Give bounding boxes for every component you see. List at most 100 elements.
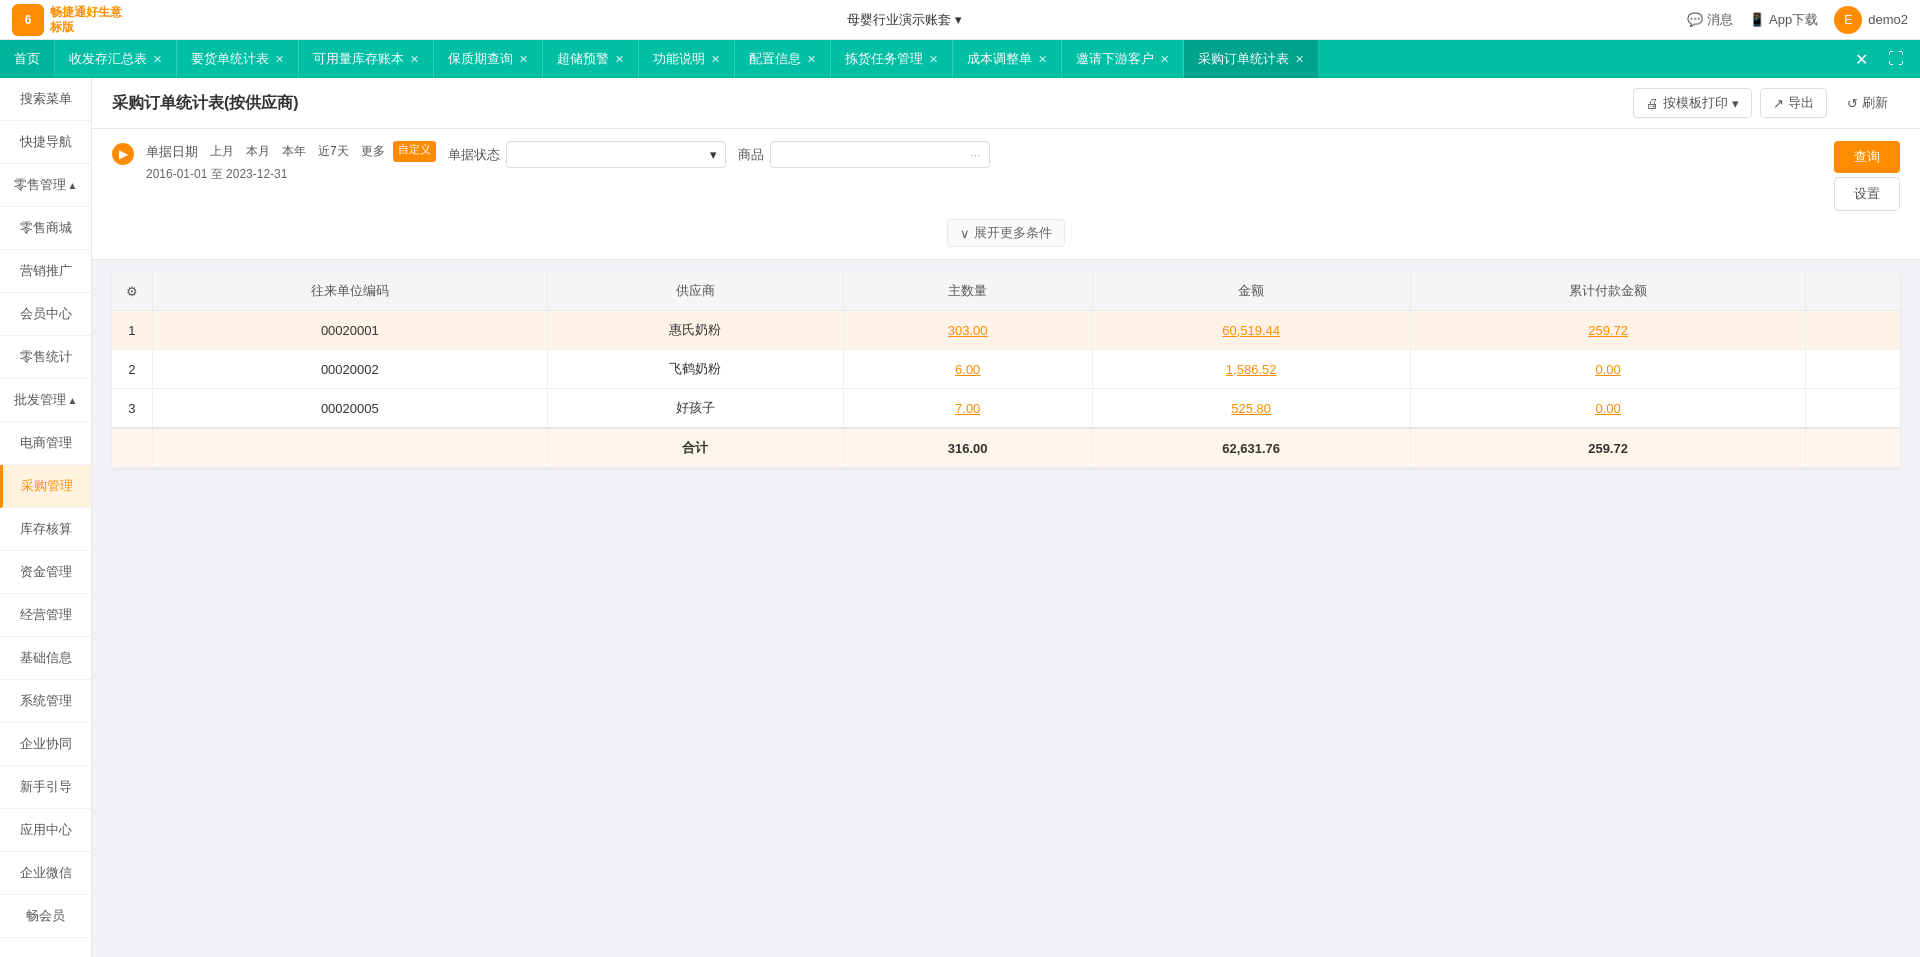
top-bar-center[interactable]: 母婴行业演示账套 ▾ — [847, 11, 962, 29]
nav-item-cost-adjust[interactable]: 成本调整单 ✕ — [953, 40, 1062, 78]
refresh-button[interactable]: ↺ 刷新 — [1835, 89, 1900, 117]
close-icon[interactable]: ✕ — [519, 53, 528, 66]
table-row: 3 00020005 好孩子 7.00 525.80 0.00 — [112, 389, 1900, 429]
page-title: 采购订单统计表(按供应商) — [112, 93, 299, 114]
sidebar-item-finance[interactable]: 资金管理 — [0, 551, 91, 594]
nav-item-order-stats[interactable]: 要货单统计表 ✕ — [177, 40, 299, 78]
table-header-row: ⚙ 往来单位编码 供应商 主数量 金额 累计付款金额 — [112, 272, 1900, 311]
filter-toggle-button[interactable]: ▶ — [112, 143, 134, 165]
nav-item-purchase-stats[interactable]: 采购订单统计表 ✕ — [1184, 40, 1319, 78]
row-extra — [1806, 350, 1900, 389]
nav-item-function[interactable]: 功能说明 ✕ — [639, 40, 735, 78]
nav-item-invite[interactable]: 邀请下游客户 ✕ — [1062, 40, 1184, 78]
row-paid[interactable]: 259.72 — [1410, 311, 1806, 350]
sidebar-item-retail-mall[interactable]: 零售商城 — [0, 207, 91, 250]
th-settings[interactable]: ⚙ — [112, 272, 152, 311]
close-icon[interactable]: ✕ — [1038, 53, 1047, 66]
export-icon: ↗ — [1773, 96, 1784, 111]
message-button[interactable]: 💬 消息 — [1687, 11, 1733, 29]
settings-button[interactable]: 设置 — [1834, 177, 1900, 211]
close-icon[interactable]: ✕ — [929, 53, 938, 66]
row-amount[interactable]: 60,519.44 — [1092, 311, 1410, 350]
row-number: 3 — [112, 389, 152, 429]
logo-icon: 6 — [12, 4, 44, 36]
row-qty[interactable]: 303.00 — [843, 311, 1092, 350]
last-7days-shortcut[interactable]: 近7天 — [314, 141, 353, 162]
close-icon[interactable]: ✕ — [711, 53, 720, 66]
goods-filter-group: 商品 ··· — [738, 141, 990, 168]
row-qty[interactable]: 6.00 — [843, 350, 1092, 389]
print-button[interactable]: 🖨 按模板打印 ▾ — [1633, 88, 1752, 118]
sidebar-item-retail-stats[interactable]: 零售统计 — [0, 336, 91, 379]
sidebar: 搜索菜单 快捷导航 零售管理 ▲ 零售商城 营销推广 会员中心 零售统计 批发管… — [0, 78, 92, 957]
sidebar-item-wholesale[interactable]: 批发管理 ▲ — [0, 379, 91, 422]
row-extra — [1806, 311, 1900, 350]
nav-item-config[interactable]: 配置信息 ✕ — [735, 40, 831, 78]
sidebar-item-marketing[interactable]: 营销推广 — [0, 250, 91, 293]
nav-item-pick-task[interactable]: 拣货任务管理 ✕ — [831, 40, 953, 78]
nav-bar: 首页 收发存汇总表 ✕ 要货单统计表 ✕ 可用量库存账本 ✕ 保质期查询 ✕ 超… — [0, 40, 1920, 78]
filter-top-row: ▶ 单据日期 上月 本月 本年 近7天 更多 自定义 — [112, 141, 1900, 211]
close-icon[interactable]: ✕ — [807, 53, 816, 66]
row-code: 00020005 — [152, 389, 548, 429]
this-year-shortcut[interactable]: 本年 — [278, 141, 310, 162]
more-shortcut[interactable]: 更多 — [357, 141, 389, 162]
sidebar-item-newbie[interactable]: 新手引导 — [0, 766, 91, 809]
query-button[interactable]: 查询 — [1834, 141, 1900, 173]
nav-maximize-button[interactable]: ⛶ — [1882, 48, 1910, 70]
expand-conditions-button[interactable]: ∨ 展开更多条件 — [947, 219, 1065, 247]
gear-icon: ⚙ — [126, 284, 138, 299]
layout: 搜索菜单 快捷导航 零售管理 ▲ 零售商城 营销推广 会员中心 零售统计 批发管… — [0, 78, 1920, 957]
sidebar-item-quick-nav[interactable]: 快捷导航 — [0, 121, 91, 164]
th-extra — [1806, 272, 1900, 311]
nav-item-home[interactable]: 首页 — [0, 40, 55, 78]
refresh-icon: ↺ — [1847, 96, 1858, 111]
nav-item-stock[interactable]: 可用量库存账本 ✕ — [299, 40, 434, 78]
sidebar-item-ecommerce[interactable]: 电商管理 — [0, 422, 91, 465]
sidebar-item-inventory[interactable]: 库存核算 — [0, 508, 91, 551]
sidebar-item-system[interactable]: 系统管理 — [0, 680, 91, 723]
nav-item-expiry[interactable]: 保质期查询 ✕ — [434, 40, 543, 78]
close-icon[interactable]: ✕ — [410, 53, 419, 66]
printer-icon: 🖨 — [1646, 96, 1659, 111]
industry-select[interactable]: 母婴行业演示账套 ▾ — [847, 11, 962, 29]
user-area[interactable]: E demo2 — [1834, 6, 1908, 34]
row-qty[interactable]: 7.00 — [843, 389, 1092, 429]
row-amount[interactable]: 1,586.52 — [1092, 350, 1410, 389]
last-month-shortcut[interactable]: 上月 — [206, 141, 238, 162]
sidebar-item-app-center[interactable]: 应用中心 — [0, 809, 91, 852]
sidebar-item-operations[interactable]: 经营管理 — [0, 594, 91, 637]
status-select[interactable]: ▾ — [506, 141, 726, 168]
sidebar-item-retail-mgmt[interactable]: 零售管理 ▲ — [0, 164, 91, 207]
nav-item-receivables[interactable]: 收发存汇总表 ✕ — [55, 40, 177, 78]
th-code: 往来单位编码 — [152, 272, 548, 311]
export-button[interactable]: ↗ 导出 — [1760, 88, 1827, 118]
close-icon[interactable]: ✕ — [1295, 53, 1304, 66]
nav-close-button[interactable]: ✕ — [1849, 48, 1874, 71]
app-download-button[interactable]: 📱 App下载 — [1749, 11, 1818, 29]
total-label-text: 合计 — [548, 428, 844, 468]
table-container: ⚙ 往来单位编码 供应商 主数量 金额 累计付款金额 1 00020001 — [92, 260, 1920, 957]
close-icon[interactable]: ✕ — [153, 53, 162, 66]
nav-item-overstock[interactable]: 超储预警 ✕ — [543, 40, 639, 78]
sidebar-item-search[interactable]: 搜索菜单 — [0, 78, 91, 121]
row-paid[interactable]: 0.00 — [1410, 389, 1806, 429]
message-icon: 💬 — [1687, 12, 1703, 27]
row-supplier: 好孩子 — [548, 389, 844, 429]
top-bar-right: 💬 消息 📱 App下载 E demo2 — [1687, 6, 1908, 34]
custom-date-tag[interactable]: 自定义 — [393, 141, 436, 162]
this-month-shortcut[interactable]: 本月 — [242, 141, 274, 162]
goods-input[interactable]: ··· — [770, 141, 990, 168]
close-icon[interactable]: ✕ — [275, 53, 284, 66]
sidebar-item-member[interactable]: 会员中心 — [0, 293, 91, 336]
sidebar-item-purchase[interactable]: 采购管理 — [0, 465, 91, 508]
chevron-down-icon: ▲ — [68, 395, 78, 406]
row-amount[interactable]: 525.80 — [1092, 389, 1410, 429]
row-paid[interactable]: 0.00 — [1410, 350, 1806, 389]
close-icon[interactable]: ✕ — [1160, 53, 1169, 66]
sidebar-item-enterprise-collab[interactable]: 企业协同 — [0, 723, 91, 766]
close-icon[interactable]: ✕ — [615, 53, 624, 66]
sidebar-item-wechat[interactable]: 企业微信 — [0, 852, 91, 895]
sidebar-item-basic-info[interactable]: 基础信息 — [0, 637, 91, 680]
sidebar-item-member2[interactable]: 畅会员 — [0, 895, 91, 938]
